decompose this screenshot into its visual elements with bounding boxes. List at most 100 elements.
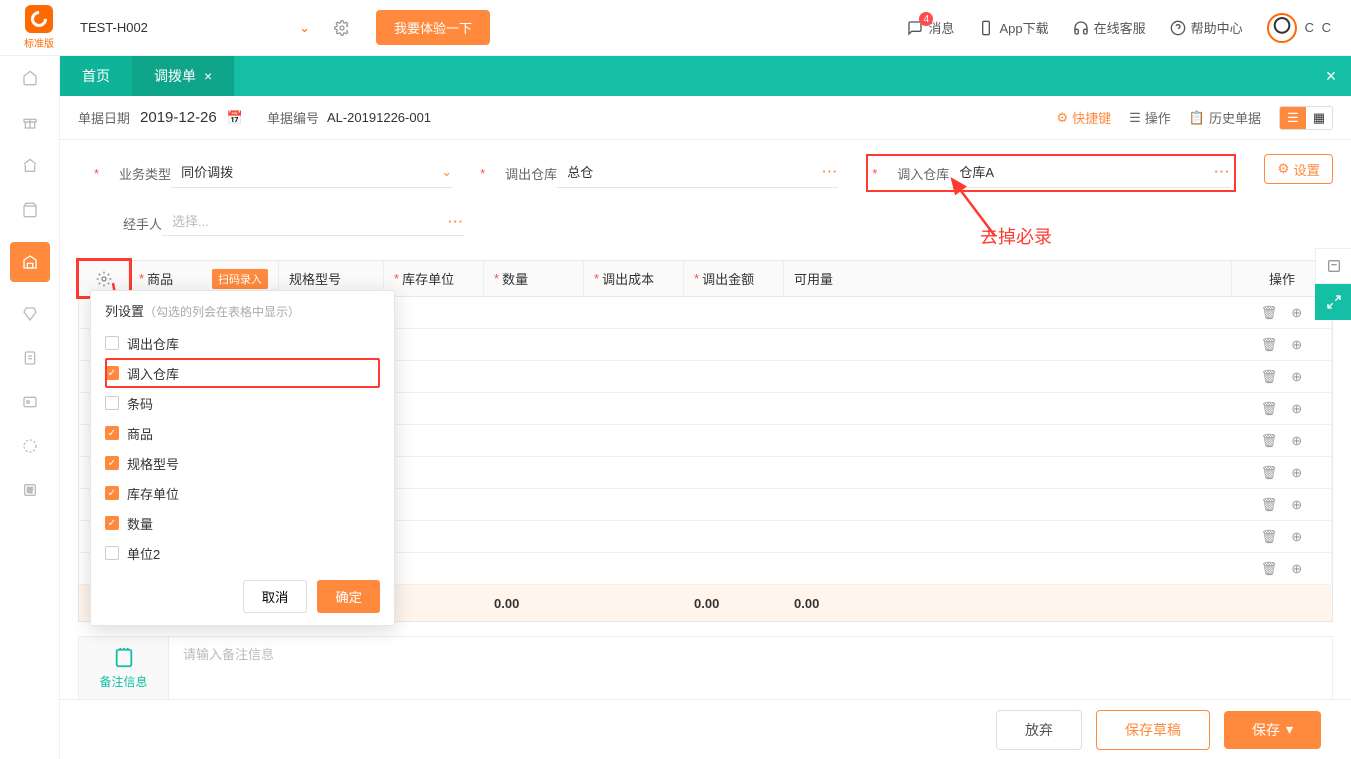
delete-icon[interactable]: 🗑: [1261, 561, 1278, 577]
checkbox[interactable]: ✓: [105, 366, 119, 380]
date-label: 单据日期: [78, 108, 130, 127]
messages-link[interactable]: 消息 4: [907, 18, 954, 37]
delete-icon[interactable]: 🗑: [1261, 433, 1278, 449]
sidebar-dashed-icon[interactable]: [18, 434, 42, 458]
settings-button[interactable]: ⚙设置: [1264, 154, 1333, 184]
doc-header: 单据日期 2019-12-26 📅 单据编号 AL-20191226-001 ⚙…: [60, 96, 1351, 140]
sidebar-new-icon[interactable]: 新: [18, 478, 42, 502]
checkbox[interactable]: ✓: [105, 486, 119, 500]
app-download-link[interactable]: App下载: [978, 18, 1048, 37]
sidebar-house-icon[interactable]: [18, 154, 42, 178]
column-option[interactable]: 条码: [105, 388, 380, 418]
row-ops: 🗑⊕: [1232, 489, 1332, 520]
checkbox[interactable]: ✓: [105, 516, 119, 530]
operate-link[interactable]: ☰操作: [1129, 108, 1171, 127]
handler-field[interactable]: 经手人 ···: [94, 210, 464, 236]
column-option[interactable]: ✓数量: [105, 508, 380, 538]
column-option[interactable]: 调出仓库: [105, 328, 380, 358]
sidebar-clipboard-icon[interactable]: [18, 346, 42, 370]
float-expand-icon[interactable]: [1315, 284, 1351, 320]
save-button[interactable]: 保存▾: [1224, 711, 1321, 749]
add-icon[interactable]: ⊕: [1291, 305, 1302, 321]
column-settings-popover: 列设置（勾选的列会在表格中显示） 调出仓库✓调入仓库条码✓商品✓规格型号✓库存单…: [90, 290, 395, 626]
view-list-icon[interactable]: ☰: [1280, 107, 1306, 129]
column-option[interactable]: ✓库存单位: [105, 478, 380, 508]
row-ops: 🗑⊕: [1232, 329, 1332, 360]
checkbox[interactable]: ✓: [105, 456, 119, 470]
delete-icon[interactable]: 🗑: [1261, 529, 1278, 545]
sidebar-warehouse-icon[interactable]: [10, 242, 50, 282]
calendar-icon[interactable]: 📅: [227, 110, 243, 126]
sidebar-home-icon[interactable]: [18, 66, 42, 90]
close-icon[interactable]: ×: [204, 68, 212, 84]
add-icon[interactable]: ⊕: [1291, 369, 1302, 385]
column-option[interactable]: 单位2: [105, 538, 380, 568]
company-selector[interactable]: TEST-H002 ⌄: [70, 12, 320, 44]
add-icon[interactable]: ⊕: [1291, 529, 1302, 545]
chevron-down-icon: ⌄: [441, 164, 452, 180]
online-cs-link[interactable]: 在线客服: [1073, 18, 1146, 37]
close-all-icon[interactable]: ×: [1311, 56, 1351, 96]
shortcut-link[interactable]: ⚙快捷键: [1056, 108, 1111, 127]
column-option[interactable]: ✓商品: [105, 418, 380, 448]
trial-button[interactable]: 我要体验一下: [376, 10, 490, 45]
th-amt[interactable]: *调出金额: [684, 261, 784, 296]
float-note-icon[interactable]: [1315, 248, 1351, 284]
th-cost[interactable]: *调出成本: [584, 261, 684, 296]
checkbox[interactable]: [105, 336, 119, 350]
checkbox[interactable]: [105, 546, 119, 560]
help-link[interactable]: 帮助中心: [1170, 18, 1243, 37]
sidebar-money-icon[interactable]: [18, 302, 42, 326]
chevron-down-icon: ⌄: [299, 20, 310, 36]
date-value[interactable]: 2019-12-26: [140, 109, 217, 126]
view-toggle: ☰ ▦: [1279, 106, 1333, 130]
scan-tag[interactable]: 扫码录入: [212, 269, 268, 289]
settings-icon[interactable]: [328, 14, 356, 42]
sidebar-gift-icon[interactable]: [18, 110, 42, 134]
gear-icon: ⚙: [1277, 161, 1289, 177]
add-icon[interactable]: ⊕: [1291, 433, 1302, 449]
delete-icon[interactable]: 🗑: [1261, 305, 1278, 321]
history-link[interactable]: 📋历史单据: [1189, 108, 1261, 127]
column-option[interactable]: ✓调入仓库: [105, 358, 380, 388]
add-icon[interactable]: ⊕: [1291, 465, 1302, 481]
add-icon[interactable]: ⊕: [1291, 561, 1302, 577]
discard-button[interactable]: 放弃: [996, 710, 1082, 750]
in-warehouse-field[interactable]: *调入仓库 仓库A···: [866, 154, 1236, 192]
float-buttons: [1315, 248, 1351, 320]
th-avail[interactable]: 可用量: [784, 261, 1232, 296]
checkbox[interactable]: ✓: [105, 426, 119, 440]
view-grid-icon[interactable]: ▦: [1306, 107, 1332, 129]
popover-title: 列设置（勾选的列会在表格中显示）: [91, 291, 394, 328]
add-icon[interactable]: ⊕: [1291, 401, 1302, 417]
out-warehouse-field[interactable]: *调出仓库 总仓···: [480, 154, 838, 192]
ok-button[interactable]: 确定: [317, 580, 380, 613]
delete-icon[interactable]: 🗑: [1261, 497, 1278, 513]
tab-transfer[interactable]: 调拨单×: [132, 56, 234, 96]
handler-input[interactable]: [172, 214, 448, 229]
delete-icon[interactable]: 🗑: [1261, 401, 1278, 417]
save-draft-button[interactable]: 保存草稿: [1096, 710, 1210, 750]
doc-num-label: 单据编号: [267, 108, 319, 127]
avatar[interactable]: [1267, 13, 1297, 43]
logo-label: 标准版: [24, 35, 54, 50]
add-icon[interactable]: ⊕: [1291, 337, 1302, 353]
more-icon: ···: [822, 164, 838, 179]
cancel-button[interactable]: 取消: [243, 580, 308, 613]
tab-home[interactable]: 首页: [60, 56, 132, 96]
th-unit[interactable]: *库存单位: [384, 261, 484, 296]
biz-type-field[interactable]: *业务类型 同价调拨⌄: [94, 154, 452, 192]
logo[interactable]: 标准版: [18, 5, 60, 50]
sidebar-contact-icon[interactable]: [18, 390, 42, 414]
sidebar-bag-icon[interactable]: [18, 198, 42, 222]
delete-icon[interactable]: 🗑: [1261, 369, 1278, 385]
add-icon[interactable]: ⊕: [1291, 497, 1302, 513]
remarks-label: 备注信息: [79, 637, 169, 699]
delete-icon[interactable]: 🗑: [1261, 465, 1278, 481]
annotation-text: 去掉必录: [980, 223, 1052, 249]
column-option[interactable]: ✓规格型号: [105, 448, 380, 478]
delete-icon[interactable]: 🗑: [1261, 337, 1278, 353]
checkbox[interactable]: [105, 396, 119, 410]
remarks-input[interactable]: [183, 647, 1318, 662]
th-qty[interactable]: *数量: [484, 261, 584, 296]
